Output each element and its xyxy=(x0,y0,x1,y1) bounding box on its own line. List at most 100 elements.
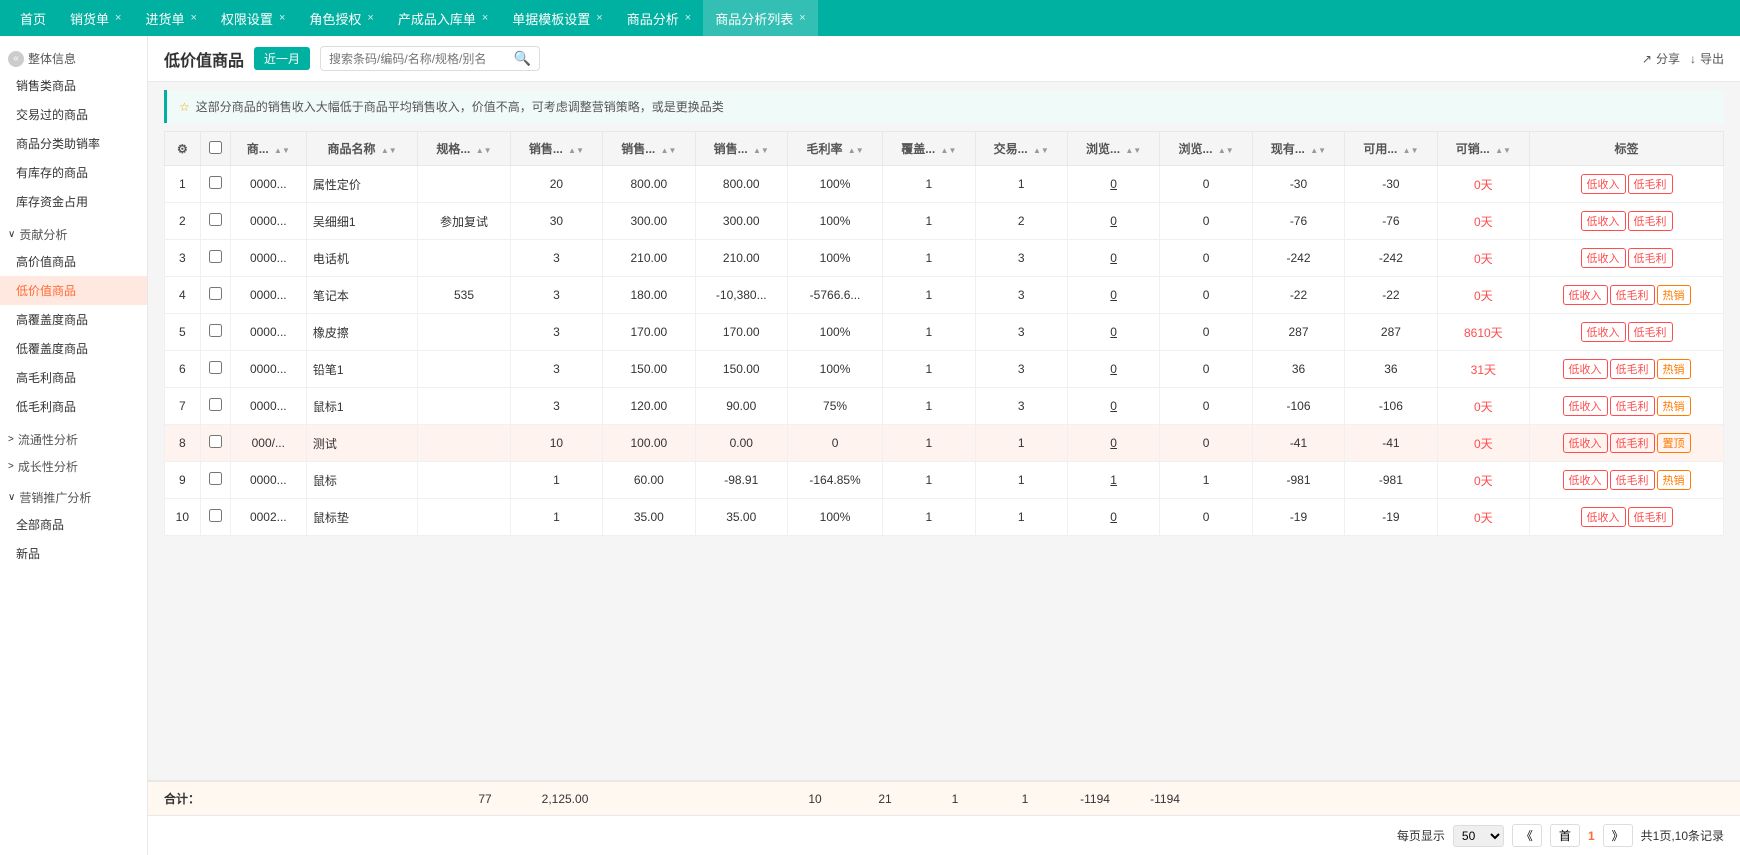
row-select-checkbox[interactable] xyxy=(209,176,222,189)
row-checkbox[interactable] xyxy=(200,425,230,462)
nav-close-product-analysis-list[interactable]: × xyxy=(799,12,805,24)
sidebar-item-sales-goods[interactable]: 销售类商品 xyxy=(0,71,147,100)
sidebar-item-high-coverage[interactable]: 高覆盖度商品 xyxy=(0,305,147,334)
col7-link[interactable]: 0 xyxy=(1110,288,1117,302)
main-layout: « 整体信息 销售类商品 交易过的商品 商品分类助销率 有库存的商品 库存资金占… xyxy=(0,36,1740,855)
sidebar-group-title-growth[interactable]: 成长性分析 xyxy=(18,458,78,475)
nav-close-template[interactable]: × xyxy=(596,12,602,24)
col7-link[interactable]: 0 xyxy=(1110,399,1117,413)
row-checkbox[interactable] xyxy=(200,388,230,425)
row-checkbox[interactable] xyxy=(200,203,230,240)
sidebar-item-inventory-capital[interactable]: 库存资金占用 xyxy=(0,187,147,216)
nav-close-permission[interactable]: × xyxy=(279,12,285,24)
th-current[interactable]: 现有... ▲▼ xyxy=(1252,132,1344,166)
nav-permission[interactable]: 权限设置 × xyxy=(209,0,297,36)
th-name[interactable]: 商品名称 ▲▼ xyxy=(306,132,417,166)
th-transaction[interactable]: 交易... ▲▼ xyxy=(975,132,1067,166)
col7-link[interactable]: 0 xyxy=(1110,251,1117,265)
tag: 低收入 xyxy=(1563,359,1608,379)
prev-page-button[interactable]: 首 xyxy=(1550,824,1580,847)
row-col3: 90.00 xyxy=(695,388,787,425)
export-button[interactable]: ↓ 导出 xyxy=(1690,50,1724,67)
row-select-checkbox[interactable] xyxy=(209,435,222,448)
nav-product-analysis-list[interactable]: 商品分析列表 × xyxy=(703,0,817,36)
col7-link[interactable]: 0 xyxy=(1110,214,1117,228)
next-page-button[interactable]: 》 xyxy=(1603,824,1633,847)
th-available[interactable]: 可用... ▲▼ xyxy=(1345,132,1437,166)
settings-th[interactable]: ⚙ xyxy=(165,132,201,166)
nav-template[interactable]: 单据模板设置 × xyxy=(500,0,614,36)
select-all-checkbox[interactable] xyxy=(209,141,222,154)
row-select-checkbox[interactable] xyxy=(209,472,222,485)
th-sales3[interactable]: 销售... ▲▼ xyxy=(695,132,787,166)
tag: 热销 xyxy=(1657,285,1691,305)
col7-link[interactable]: 0 xyxy=(1110,436,1117,450)
nav-close-purchase[interactable]: × xyxy=(190,12,196,24)
sidebar-item-traded-goods[interactable]: 交易过的商品 xyxy=(0,100,147,129)
search-input[interactable] xyxy=(329,52,514,66)
th-sales2[interactable]: 销售... ▲▼ xyxy=(603,132,695,166)
select-all-th[interactable] xyxy=(200,132,230,166)
nav-role[interactable]: 角色授权 × xyxy=(297,0,385,36)
th-margin[interactable]: 毛利率 ▲▼ xyxy=(787,132,882,166)
sidebar-item-low-profit[interactable]: 低毛利商品 xyxy=(0,392,147,421)
sidebar-group-title-circulation[interactable]: 流通性分析 xyxy=(18,431,78,448)
col7-link[interactable]: 0 xyxy=(1110,510,1117,524)
row-select-checkbox[interactable] xyxy=(209,250,222,263)
col7-link[interactable]: 0 xyxy=(1110,325,1117,339)
row-col3: 800.00 xyxy=(695,166,787,203)
sidebar-item-low-value[interactable]: 低价值商品 xyxy=(0,276,147,305)
sidebar-item-category-rate[interactable]: 商品分类助销率 xyxy=(0,129,147,158)
row-checkbox[interactable] xyxy=(200,499,230,536)
sidebar-item-low-coverage[interactable]: 低覆盖度商品 xyxy=(0,334,147,363)
col7-link[interactable]: 1 xyxy=(1110,473,1117,487)
nav-product-entry[interactable]: 产成品入库单 × xyxy=(386,0,500,36)
row-name: 橡皮擦 xyxy=(306,314,417,351)
sidebar-item-all-goods[interactable]: 全部商品 xyxy=(0,510,147,539)
row-checkbox[interactable] xyxy=(200,351,230,388)
nav-product-analysis[interactable]: 商品分析 × xyxy=(615,0,703,36)
col7-link[interactable]: 0 xyxy=(1110,362,1117,376)
nav-close-role[interactable]: × xyxy=(367,12,373,24)
th-saleable[interactable]: 可销... ▲▼ xyxy=(1437,132,1529,166)
row-checkbox[interactable] xyxy=(200,166,230,203)
th-code[interactable]: 商... ▲▼ xyxy=(230,132,306,166)
nav-close-sales[interactable]: × xyxy=(115,12,121,24)
nav-close-product-entry[interactable]: × xyxy=(482,12,488,24)
row-index: 3 xyxy=(165,240,201,277)
row-select-checkbox[interactable] xyxy=(209,361,222,374)
row-select-checkbox[interactable] xyxy=(209,398,222,411)
nav-sales[interactable]: 销货单 × xyxy=(58,0,133,36)
row-select-checkbox[interactable] xyxy=(209,324,222,337)
row-checkbox[interactable] xyxy=(200,277,230,314)
row-select-checkbox[interactable] xyxy=(209,509,222,522)
share-button[interactable]: ↗ 分享 xyxy=(1642,50,1680,67)
row-checkbox[interactable] xyxy=(200,462,230,499)
col7-link[interactable]: 0 xyxy=(1110,177,1117,191)
row-select-checkbox[interactable] xyxy=(209,287,222,300)
tag: 低毛利 xyxy=(1628,174,1673,194)
sidebar-collapse-btn[interactable]: « xyxy=(8,51,24,67)
nav-purchase[interactable]: 进货单 × xyxy=(133,0,208,36)
th-spec[interactable]: 规格... ▲▼ xyxy=(418,132,510,166)
sidebar-item-new-goods[interactable]: 新品 xyxy=(0,539,147,568)
row-checkbox[interactable] xyxy=(200,240,230,277)
th-coverage[interactable]: 覆盖... ▲▼ xyxy=(883,132,975,166)
sidebar-item-inventory-goods[interactable]: 有库存的商品 xyxy=(0,158,147,187)
date-filter-button[interactable]: 近一月 xyxy=(254,47,310,70)
row-checkbox[interactable] xyxy=(200,314,230,351)
search-icon[interactable]: 🔍 xyxy=(514,50,531,67)
th-browse2[interactable]: 浏览... ▲▼ xyxy=(1160,132,1252,166)
row-select-checkbox[interactable] xyxy=(209,213,222,226)
th-browse1[interactable]: 浏览... ▲▼ xyxy=(1067,132,1159,166)
nav-home[interactable]: 首页 xyxy=(8,0,58,36)
nav-close-product-analysis[interactable]: × xyxy=(685,12,691,24)
sidebar-item-high-profit[interactable]: 高毛利商品 xyxy=(0,363,147,392)
per-page-select[interactable]: 50 100 xyxy=(1453,825,1504,847)
th-sales1[interactable]: 销售... ▲▼ xyxy=(510,132,602,166)
row-col3: 150.00 xyxy=(695,351,787,388)
first-page-button[interactable]: 《 xyxy=(1512,824,1542,847)
row-spec xyxy=(418,240,510,277)
sidebar-item-high-value[interactable]: 高价值商品 xyxy=(0,247,147,276)
row-col5: 1 xyxy=(883,499,975,536)
